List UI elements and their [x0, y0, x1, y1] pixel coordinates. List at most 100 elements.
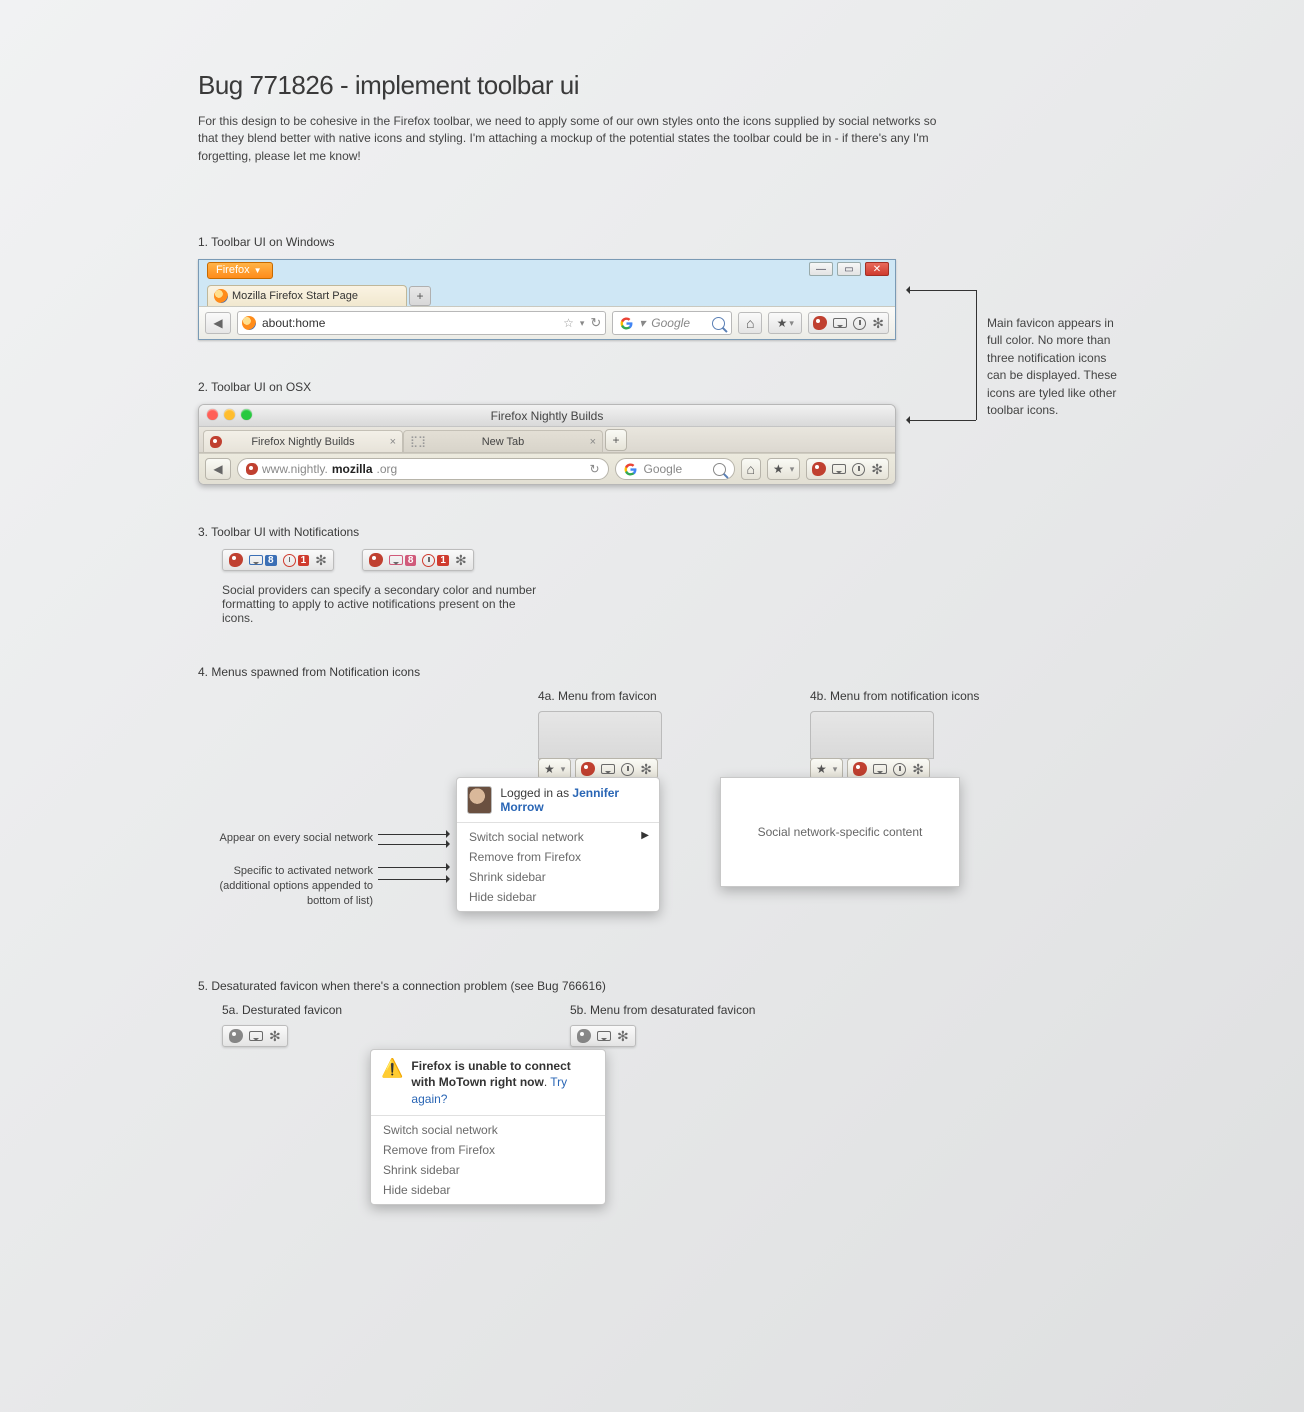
menu-item-remove[interactable]: Remove from Firefox [457, 847, 659, 867]
annotation-every-network: Appear on every social network [188, 831, 373, 846]
gear-icon[interactable]: ✻ [912, 762, 924, 776]
messages-icon[interactable] [833, 318, 847, 328]
section-3-label: 3. Toolbar UI with Notifications [198, 525, 1182, 539]
window-maximize-button[interactable]: ▭ [837, 262, 861, 276]
gear-icon[interactable]: ✻ [315, 553, 327, 567]
social-provider-favicon-desaturated-icon[interactable] [229, 1029, 243, 1043]
social-provider-favicon-icon[interactable] [229, 553, 243, 567]
google-g-icon [624, 462, 638, 476]
arrow-icon [902, 286, 910, 294]
window-title: Firefox Nightly Builds [491, 409, 604, 423]
tab-title: New Tab [482, 436, 525, 448]
messages-icon[interactable] [873, 764, 887, 774]
star-icon: ★ [773, 462, 784, 476]
search-bar[interactable]: ▾ Google [612, 311, 732, 335]
bookmarks-menu-button[interactable]: ★▾ [767, 458, 800, 480]
gear-icon[interactable]: ✻ [640, 762, 652, 776]
browser-tab[interactable]: Firefox Nightly Builds × [203, 430, 403, 452]
arrow-icon [446, 840, 454, 848]
home-icon: ⌂ [746, 315, 754, 331]
toolbar-stub [538, 711, 662, 759]
gear-icon[interactable]: ✻ [872, 316, 884, 330]
site-favicon-icon [242, 316, 256, 330]
notification-panel-placeholder: Social network-specific content [758, 825, 923, 839]
close-tab-icon[interactable]: × [590, 436, 596, 448]
annotation-arrow-line [378, 867, 448, 868]
url-bar[interactable]: about:home ☆ ▾ ↻ [237, 311, 606, 335]
search-icon[interactable] [713, 463, 726, 476]
window-close-button[interactable]: ✕ [865, 262, 889, 276]
desaturated-dropdown-menu: ⚠️ Firefox is unable to connect with MoT… [370, 1049, 606, 1205]
url-suffix: .org [377, 462, 398, 476]
section-4-label: 4. Menus spawned from Notification icons [198, 665, 1182, 679]
messages-icon[interactable] [601, 764, 615, 774]
favicon-dropdown-menu: Logged in as Jennifer Morrow Switch soci… [456, 777, 660, 912]
windows-chrome-mockup: Firefox ▼ — ▭ ✕ Mozilla Firefox Start Pa… [198, 259, 896, 340]
activity-badge[interactable]: 1 [422, 554, 449, 567]
gear-icon[interactable]: ✻ [455, 553, 467, 567]
menu-item-switch-network[interactable]: Switch social network [371, 1120, 605, 1140]
social-provider-favicon-icon[interactable] [813, 316, 827, 330]
reload-icon[interactable]: ↻ [589, 462, 599, 476]
activity-icon[interactable] [852, 463, 865, 476]
close-tab-icon[interactable]: × [390, 436, 396, 448]
activity-icon[interactable] [621, 763, 634, 776]
gear-icon[interactable]: ✻ [269, 1029, 281, 1043]
menu-item-hide-sidebar[interactable]: Hide sidebar [371, 1180, 605, 1200]
menu-item-remove[interactable]: Remove from Firefox [371, 1140, 605, 1160]
gear-icon[interactable]: ✻ [871, 462, 883, 476]
messages-badge[interactable]: 8 [249, 555, 277, 566]
window-minimize-button[interactable]: — [809, 262, 833, 276]
reload-icon[interactable]: ↻ [590, 315, 601, 331]
messages-icon[interactable] [597, 1031, 611, 1041]
activity-badge[interactable]: 1 [283, 554, 310, 567]
firefox-app-button[interactable]: Firefox ▼ [207, 262, 273, 279]
messages-badge[interactable]: 8 [389, 555, 417, 566]
annotation-arrow-line [378, 844, 448, 845]
social-provider-favicon-desaturated-icon[interactable] [577, 1029, 591, 1043]
annotation-arrow-line [378, 879, 448, 880]
activity-icon[interactable] [853, 317, 866, 330]
notification-dropdown-panel: Social network-specific content [720, 777, 960, 887]
menu-item-shrink-sidebar[interactable]: Shrink sidebar [457, 867, 659, 887]
social-provider-favicon-icon[interactable] [581, 762, 595, 776]
traffic-light-zoom[interactable] [241, 409, 252, 420]
social-provider-favicon-icon[interactable] [369, 553, 383, 567]
messages-icon[interactable] [249, 1031, 263, 1041]
menu-item-shrink-sidebar[interactable]: Shrink sidebar [371, 1160, 605, 1180]
bookmarks-menu-button[interactable]: ★▾ [768, 312, 802, 334]
annotation-lead-h2 [908, 420, 976, 421]
new-tab-button[interactable]: + [409, 286, 431, 306]
url-bar[interactable]: www.nightly. mozilla .org ↻ [237, 458, 609, 480]
back-button[interactable]: ◀ [205, 458, 231, 480]
new-tab-button[interactable]: + [605, 429, 627, 451]
messages-icon[interactable] [832, 464, 846, 474]
section-1-label: 1. Toolbar UI on Windows [198, 235, 1182, 249]
chevron-down-icon[interactable]: ▾ [580, 318, 585, 329]
google-g-icon [619, 316, 633, 330]
traffic-light-close[interactable] [207, 409, 218, 420]
browser-tab[interactable]: Mozilla Firefox Start Page [207, 285, 407, 306]
url-host: mozilla [332, 462, 373, 476]
gear-icon[interactable]: ✻ [617, 1029, 629, 1043]
url-prefix: www.nightly. [262, 462, 328, 476]
social-toolbar-group: ✻ [806, 458, 889, 480]
social-provider-favicon-icon[interactable] [853, 762, 867, 776]
annotation-specific-network: Specific to activated network (additiona… [188, 864, 373, 909]
traffic-light-minimize[interactable] [224, 409, 235, 420]
chevron-right-icon: ▶ [641, 830, 649, 841]
browser-tab[interactable]: ⣏⣹ New Tab × [403, 430, 603, 452]
bookmark-star-icon[interactable]: ☆ [563, 316, 574, 330]
menu-item-hide-sidebar[interactable]: Hide sidebar [457, 887, 659, 907]
star-icon: ★ [777, 316, 788, 330]
search-icon[interactable] [712, 317, 725, 330]
back-button[interactable]: ◀ [205, 312, 231, 334]
social-provider-favicon-icon[interactable] [812, 462, 826, 476]
menu-item-switch-network[interactable]: Switch social network▶ [457, 827, 659, 847]
activity-icon[interactable] [893, 763, 906, 776]
home-button[interactable]: ⌂ [741, 458, 761, 480]
connection-error-text: Firefox is unable to connect with MoTown… [411, 1058, 595, 1107]
search-bar[interactable]: Google [615, 458, 735, 480]
social-toolbar-group: ✻ [808, 312, 889, 334]
home-button[interactable]: ⌂ [738, 312, 762, 334]
